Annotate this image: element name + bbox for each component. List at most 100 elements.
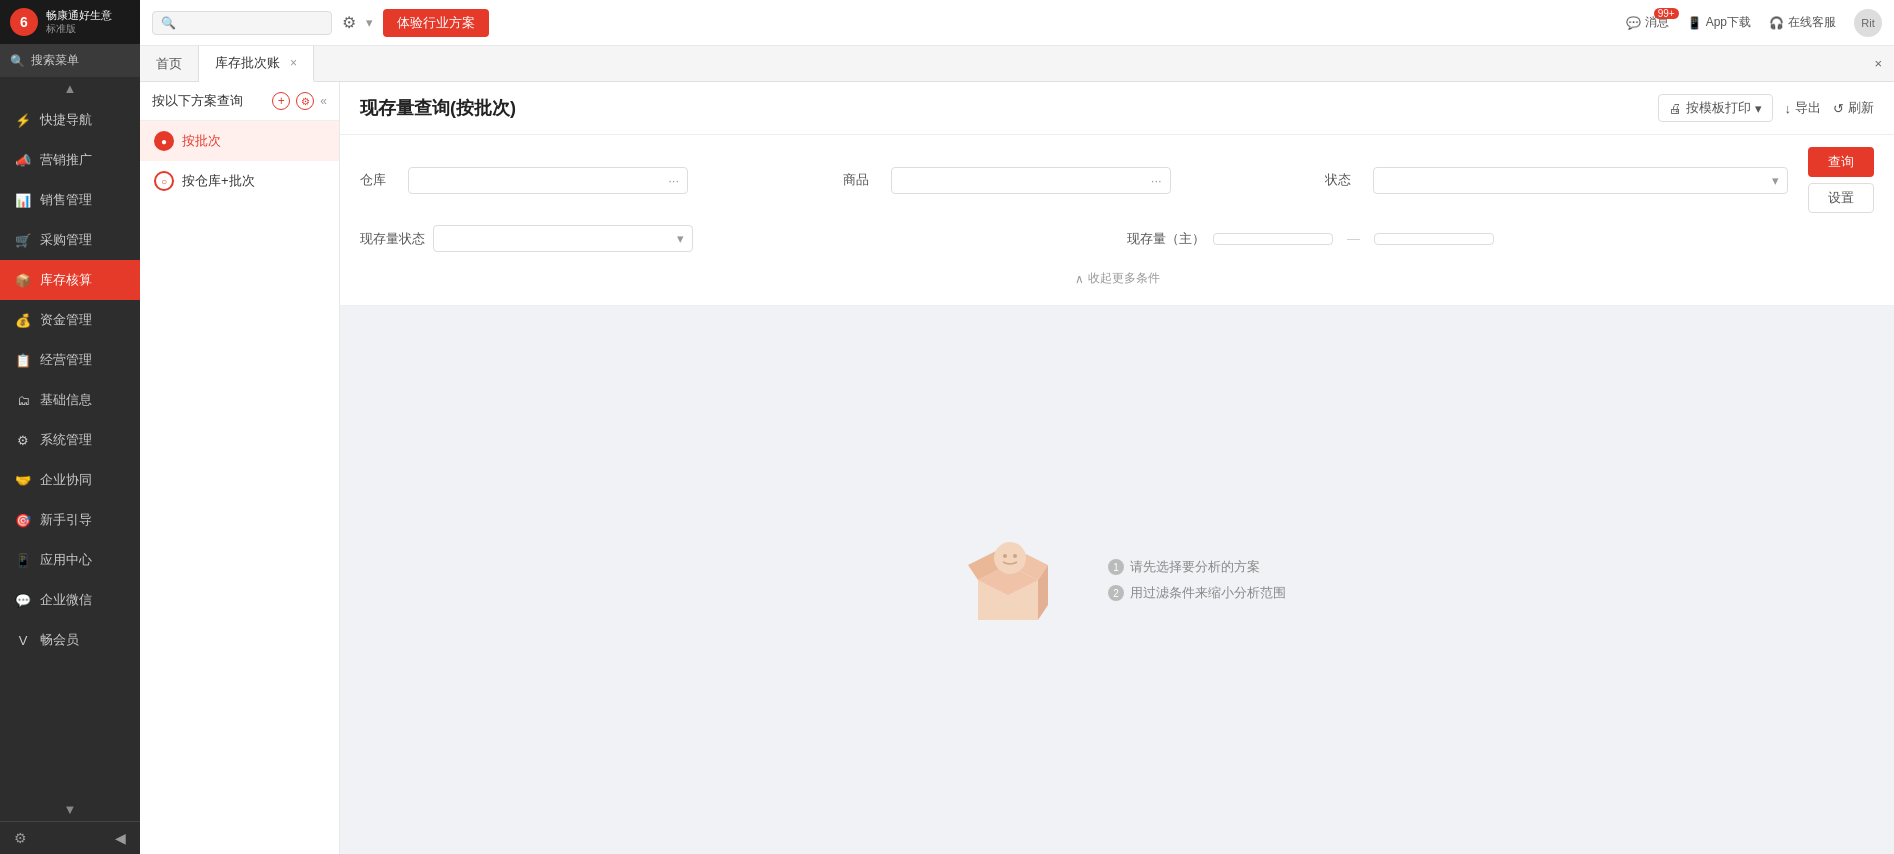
stock-qty-to[interactable] xyxy=(1374,233,1494,245)
sidebar-item-jingying[interactable]: 📋 经营管理 xyxy=(0,340,140,380)
sidebar-item-label: 新手引导 xyxy=(40,511,92,529)
sidebar-item-xitong[interactable]: ⚙ 系统管理 xyxy=(0,420,140,460)
topbar-search[interactable]: 🔍 xyxy=(152,11,332,35)
collapse-icon: ∧ xyxy=(1075,272,1084,286)
empty-state: 1 请先选择要分析的方案 2 用过滤条件来缩小分析范围 xyxy=(340,306,1894,854)
sidebar-scroll-up[interactable]: ▲ xyxy=(0,77,140,100)
sidebar-item-jichu[interactable]: 🗂 基础信息 xyxy=(0,380,140,420)
topbar-gear-icon[interactable]: ⚙ xyxy=(342,13,356,32)
sidebar-scroll-down[interactable]: ▼ xyxy=(0,798,140,821)
sidebar-item-caigou[interactable]: 🛒 采购管理 xyxy=(0,220,140,260)
settings-icon[interactable]: ⚙ xyxy=(14,830,27,846)
tab-active-label: 库存批次账 xyxy=(215,54,280,72)
sidebar-item-zijin[interactable]: 💰 资金管理 xyxy=(0,300,140,340)
stock-status-dropdown-icon: ▾ xyxy=(677,231,684,246)
stock-qty-label: 现存量（主） xyxy=(1127,230,1205,248)
product-input[interactable]: ··· xyxy=(891,167,1171,194)
empty-tip-1: 1 请先选择要分析的方案 xyxy=(1108,558,1286,576)
sidebar-item-label: 销售管理 xyxy=(40,191,92,209)
empty-content: 1 请先选择要分析的方案 2 用过滤条件来缩小分析范围 xyxy=(948,520,1286,640)
sidebar-item-label: 营销推广 xyxy=(40,151,92,169)
sidebar-item-label: 资金管理 xyxy=(40,311,92,329)
product-label: 商品 xyxy=(843,171,883,189)
trial-button[interactable]: 体验行业方案 xyxy=(383,9,489,37)
tab-home[interactable]: 首页 xyxy=(140,46,199,81)
tip-num-1: 1 xyxy=(1108,559,1124,575)
weixin-icon: 💬 xyxy=(14,591,32,609)
scheme-settings-icon[interactable]: ⚙ xyxy=(296,92,314,110)
tip-num-2: 2 xyxy=(1108,585,1124,601)
scheme-pici-icon: ● xyxy=(154,131,174,151)
topbar-actions: 💬 消息 99+ 📱 App下载 🎧 在线客服 Rit xyxy=(1626,9,1882,37)
sidebar-item-yingxiao[interactable]: 📣 营销推广 xyxy=(0,140,140,180)
stock-qty-field: 现存量（主） — xyxy=(1127,230,1874,248)
empty-illustration xyxy=(948,520,1068,640)
sidebar-item-label: 应用中心 xyxy=(40,551,92,569)
main-wrapper: 🔍 ⚙ ▾ 体验行业方案 💬 消息 99+ 📱 App下载 🎧 在线客服 Rit xyxy=(140,0,1894,854)
tab-kucun-pici[interactable]: 库存批次账 × xyxy=(199,46,314,82)
collapse-sidebar-icon[interactable]: ◀ xyxy=(115,830,126,846)
collapse-panel-icon[interactable]: « xyxy=(320,94,327,108)
filter-row-2: 现存量状态 ▾ 现存量（主） — xyxy=(360,225,1874,252)
svg-point-7 xyxy=(1013,554,1017,558)
warehouse-label: 仓库 xyxy=(360,171,400,189)
settings-button[interactable]: 设置 xyxy=(1808,183,1874,213)
sidebar-header: 6 畅康通好生意 标准版 xyxy=(0,0,140,44)
collapse-label: 收起更多条件 xyxy=(1088,270,1160,287)
empty-tip-2: 2 用过滤条件来缩小分析范围 xyxy=(1108,584,1286,602)
messages-action[interactable]: 💬 消息 99+ xyxy=(1626,14,1669,31)
status-label: 状态 xyxy=(1325,171,1365,189)
user-avatar[interactable]: Rit xyxy=(1854,9,1882,37)
page-header: 现存量查询(按批次) 🖨 按模板打印 ▾ ↓ 导出 ↺ 刷新 xyxy=(340,82,1894,135)
right-panel: 现存量查询(按批次) 🖨 按模板打印 ▾ ↓ 导出 ↺ 刷新 xyxy=(340,82,1894,854)
sidebar-item-yingyong[interactable]: 📱 应用中心 xyxy=(0,540,140,580)
sidebar-item-label: 快捷导航 xyxy=(40,111,92,129)
action-btns: 查询 设置 xyxy=(1808,147,1874,213)
scheme-pici[interactable]: ● 按批次 xyxy=(140,121,339,161)
sidebar-search[interactable]: 🔍 搜索菜单 xyxy=(0,44,140,77)
status-select[interactable]: ▾ xyxy=(1373,167,1788,194)
sidebar-item-xiaoshou[interactable]: 📊 销售管理 xyxy=(0,180,140,220)
product-field: 商品 ··· xyxy=(843,167,1306,194)
topbar-dropdown-icon[interactable]: ▾ xyxy=(366,15,373,30)
sidebar-item-kuaijie[interactable]: ⚡ 快捷导航 xyxy=(0,100,140,140)
xiaoshou-icon: 📊 xyxy=(14,191,32,209)
sidebar-item-kucun[interactable]: 📦 库存核算 xyxy=(0,260,140,300)
stock-qty-from[interactable] xyxy=(1213,233,1333,245)
export-icon: ↓ xyxy=(1785,101,1792,116)
tab-panel-close[interactable]: × xyxy=(1862,46,1894,81)
sidebar-item-label: 基础信息 xyxy=(40,391,92,409)
scheme-cangku-pici[interactable]: ○ 按仓库+批次 xyxy=(140,161,339,201)
sidebar-item-huiyuan[interactable]: V 畅会员 xyxy=(0,620,140,660)
query-button[interactable]: 查询 xyxy=(1808,147,1874,177)
print-button[interactable]: 🖨 按模板打印 ▾ xyxy=(1658,94,1773,122)
kuaijie-icon: ⚡ xyxy=(14,111,32,129)
warehouse-input[interactable]: ··· xyxy=(408,167,688,194)
export-button[interactable]: ↓ 导出 xyxy=(1785,99,1822,117)
tab-close-icon[interactable]: × xyxy=(290,56,297,70)
app-name: 畅康通好生意 xyxy=(46,8,112,22)
search-icon: 🔍 xyxy=(10,54,25,68)
online-service-action[interactable]: 🎧 在线客服 xyxy=(1769,14,1836,31)
stock-status-label: 现存量状态 xyxy=(360,230,425,248)
print-label: 按模板打印 xyxy=(1686,99,1751,117)
warehouse-dots: ··· xyxy=(668,173,679,188)
collapse-row[interactable]: ∧ 收起更多条件 xyxy=(360,264,1874,293)
refresh-button[interactable]: ↺ 刷新 xyxy=(1833,99,1874,117)
scheme-pici-label: 按批次 xyxy=(182,132,221,150)
refresh-label: 刷新 xyxy=(1848,99,1874,117)
app-download-action[interactable]: 📱 App下载 xyxy=(1687,14,1751,31)
add-scheme-icon[interactable]: + xyxy=(272,92,290,110)
app-download-label: App下载 xyxy=(1706,14,1751,31)
sidebar-item-label: 采购管理 xyxy=(40,231,92,249)
print-dropdown-icon[interactable]: ▾ xyxy=(1755,101,1762,116)
yingxiao-icon: 📣 xyxy=(14,151,32,169)
sidebar-item-xinshou[interactable]: 🎯 新手引导 xyxy=(0,500,140,540)
sidebar-item-weixin[interactable]: 💬 企业微信 xyxy=(0,580,140,620)
warehouse-field: 仓库 ··· xyxy=(360,167,823,194)
sidebar-item-label: 经营管理 xyxy=(40,351,92,369)
sidebar-item-qiye[interactable]: 🤝 企业协同 xyxy=(0,460,140,500)
stock-status-select[interactable]: ▾ xyxy=(433,225,693,252)
filter-area: 仓库 ··· 商品 ··· 状态 xyxy=(340,135,1894,306)
scheme-cangku-label: 按仓库+批次 xyxy=(182,172,255,190)
